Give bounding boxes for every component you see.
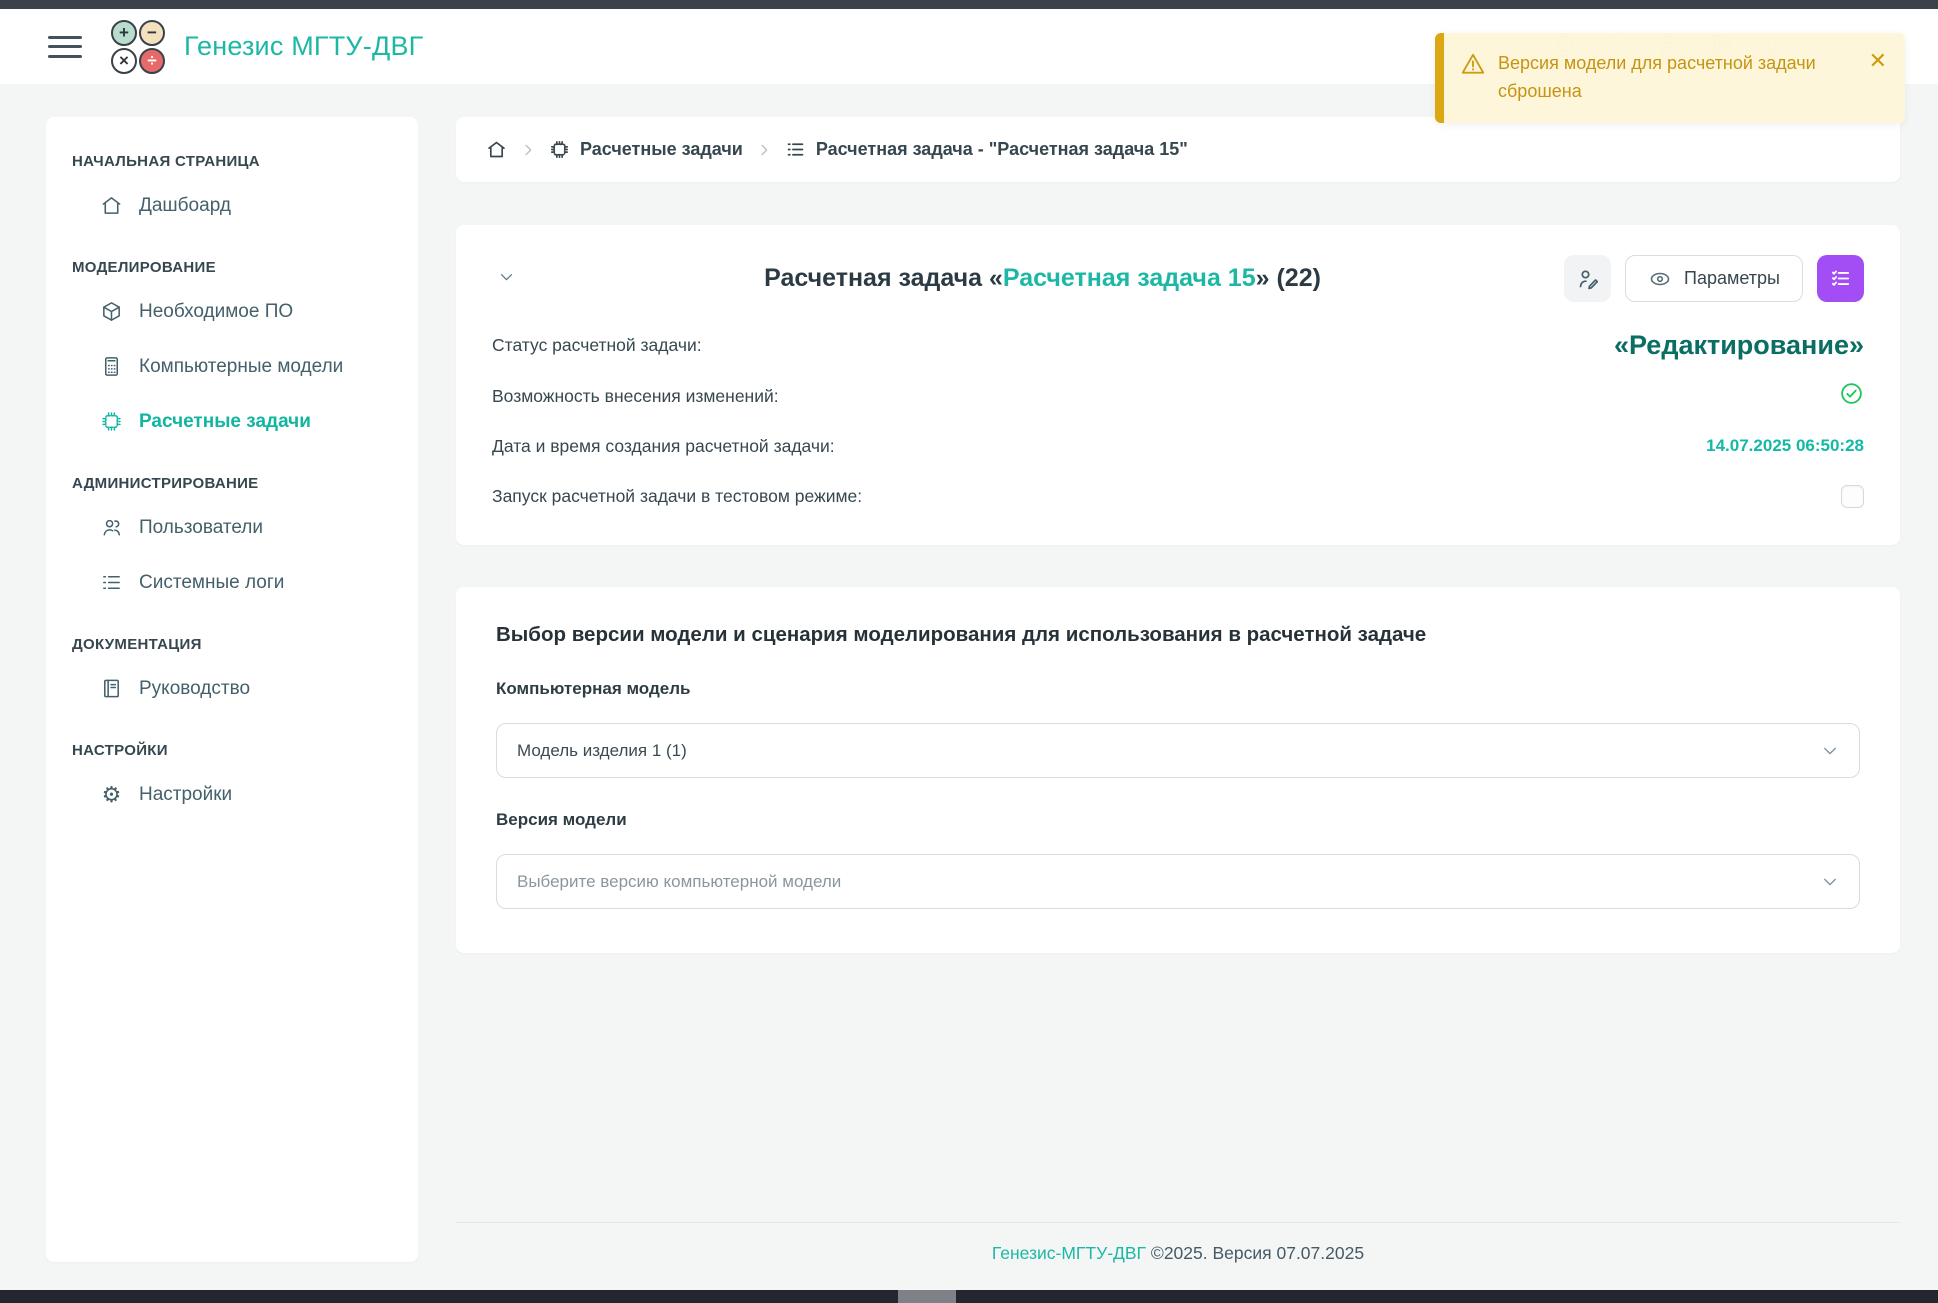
sidebar-item-calculation-tasks[interactable]: Расчетные задачи <box>64 394 400 449</box>
status-label: Дата и время создания расчетной задачи: <box>492 435 835 456</box>
model-selection-heading: Выбор версии модели и сценария моделиров… <box>496 623 1427 646</box>
sidebar-section-modeling: МОДЕЛИРОВАНИЕ <box>72 259 216 276</box>
created-datetime-value: 14.07.2025 06:50:28 <box>1706 436 1864 455</box>
task-title-prefix: Расчетная задача « <box>764 264 1003 292</box>
sidebar-item-label: Настройки <box>139 783 233 805</box>
sidebar-item-label: Расчетные задачи <box>139 410 311 432</box>
status-label: Запуск расчетной задачи в тестовом режим… <box>492 485 863 506</box>
list-icon <box>103 575 120 590</box>
user-edit-icon <box>1579 269 1598 289</box>
computer-model-select[interactable]: Модель изделия 1 (1) <box>496 723 1860 778</box>
users-icon <box>103 519 121 536</box>
collapse-chevron-icon[interactable] <box>492 263 521 295</box>
check-circle-icon <box>1839 381 1864 411</box>
chip-icon <box>102 412 121 431</box>
logo-multiply-icon: × <box>111 47 137 74</box>
sidebar: НАЧАЛЬНАЯ СТРАНИЦА Дашбоард МОДЕЛИРОВАНИ… <box>46 117 418 1262</box>
task-summary-card: Расчетная задача «Расчетная задача 15» (… <box>456 225 1900 545</box>
sidebar-item-manual[interactable]: Руководство <box>64 661 400 716</box>
computer-model-value: Модель изделия 1 (1) <box>517 740 687 760</box>
page-footer: Генезис-МГТУ-ДВГ ©2025. Версия 07.07.202… <box>456 1222 1900 1290</box>
warning-icon <box>1461 53 1485 74</box>
status-row-created: Дата и время создания расчетной задачи: … <box>492 431 1864 461</box>
book-icon <box>104 679 119 698</box>
sidebar-section-documentation: ДОКУМЕНТАЦИЯ <box>72 636 202 653</box>
model-version-select[interactable]: Выберите версию компьютерной модели <box>496 854 1860 909</box>
logo-divide-icon: ÷ <box>139 47 165 74</box>
sidebar-item-dashboard[interactable]: Дашбоард <box>64 178 400 233</box>
list-icon <box>787 143 804 156</box>
sidebar-section-settings: НАСТРОЙКИ <box>72 742 168 759</box>
model-selection-card: Выбор версии модели и сценария моделиров… <box>456 587 1900 953</box>
breadcrumb-calculation-tasks[interactable]: Расчетные задачи <box>549 139 743 160</box>
sidebar-item-computer-models[interactable]: Компьютерные модели <box>64 339 400 394</box>
task-actions: Параметры <box>1564 255 1864 302</box>
parameters-button-label: Параметры <box>1684 268 1780 288</box>
toast-message: Версия модели для расчетной задачи сброш… <box>1498 53 1816 101</box>
sidebar-item-users[interactable]: Пользователи <box>64 500 400 555</box>
task-title-row: Расчетная задача «Расчетная задача 15» (… <box>492 255 1864 302</box>
chevron-right-icon <box>525 144 532 155</box>
footer-version-text: ©2025. Версия 07.07.2025 <box>1150 1243 1365 1263</box>
sidebar-item-settings[interactable]: ⚙ Настройки <box>64 767 400 822</box>
calculator-icon <box>104 357 119 376</box>
sidebar-item-label: Системные логи <box>139 571 285 593</box>
task-title-link[interactable]: Расчетная задача 15 <box>1003 264 1256 292</box>
checklist-icon <box>1831 270 1850 286</box>
sidebar-item-label: Компьютерные модели <box>139 355 344 377</box>
status-value: «Редактирование» <box>1613 330 1864 360</box>
test-mode-checkbox[interactable] <box>1841 484 1864 508</box>
model-version-placeholder: Выберите версию компьютерной модели <box>517 871 842 891</box>
breadcrumb: Расчетные задачи Расчетная задача - "Рас… <box>456 117 1900 182</box>
eye-icon <box>1650 272 1670 285</box>
edit-user-button[interactable] <box>1564 255 1612 302</box>
breadcrumb-label: Расчетная задача - "Расчетная задача 15" <box>815 139 1188 159</box>
checklist-button[interactable] <box>1817 255 1864 302</box>
status-row-test-mode: Запуск расчетной задачи в тестовом режим… <box>492 481 1864 511</box>
logo-minus-icon: − <box>139 19 165 46</box>
status-label: Статус расчетной задачи: <box>492 335 702 355</box>
computer-model-label: Компьютерная модель <box>496 679 691 698</box>
sidebar-section-administration: АДМИНИСТРИРОВАНИЕ <box>72 475 259 492</box>
status-row-editable: Возможность внесения изменений: <box>492 381 1864 411</box>
logo-plus-icon: + <box>111 19 137 46</box>
chevron-down-icon <box>1824 878 1836 885</box>
horizontal-scrollbar[interactable] <box>0 1290 1938 1303</box>
model-version-label: Версия модели <box>496 810 627 829</box>
home-icon <box>488 141 505 158</box>
parameters-button[interactable]: Параметры <box>1625 255 1803 302</box>
toast-close-icon[interactable]: ✕ <box>1869 50 1887 72</box>
sidebar-item-label: Руководство <box>139 677 251 699</box>
page-layout: НАЧАЛЬНАЯ СТРАНИЦА Дашбоард МОДЕЛИРОВАНИ… <box>0 84 1938 1290</box>
scrollbar-thumb[interactable] <box>898 1290 956 1303</box>
breadcrumb-current-task[interactable]: Расчетная задача - "Расчетная задача 15" <box>785 139 1188 160</box>
task-title-suffix: » (22) <box>1255 264 1321 292</box>
sidebar-item-label: Пользователи <box>139 516 264 538</box>
chip-icon <box>550 140 569 159</box>
sidebar-section-home: НАЧАЛЬНАЯ СТРАНИЦА <box>72 153 260 170</box>
package-icon <box>103 302 120 321</box>
main-content: Расчетные задачи Расчетная задача - "Рас… <box>456 84 1900 1290</box>
sidebar-item-label: Необходимое ПО <box>139 300 294 322</box>
warning-toast: Версия модели для расчетной задачи сброш… <box>1435 33 1905 123</box>
sidebar-item-required-software[interactable]: Необходимое ПО <box>64 284 400 339</box>
home-icon <box>102 197 121 214</box>
window-top-strip <box>0 0 1938 9</box>
footer-brand-link[interactable]: Генезис-МГТУ-ДВГ <box>992 1243 1146 1263</box>
sidebar-item-label: Дашбоард <box>139 194 231 216</box>
menu-toggle-button[interactable] <box>48 34 82 60</box>
breadcrumb-home[interactable] <box>486 139 507 160</box>
app-window: + − × ÷ Генезис МГТУ-ДВГ ? Администратор… <box>0 0 1938 1303</box>
chevron-down-icon <box>1824 747 1836 754</box>
breadcrumb-label: Расчетные задачи <box>580 139 743 159</box>
sidebar-item-system-logs[interactable]: Системные логи <box>64 555 400 610</box>
task-title: Расчетная задача «Расчетная задача 15» (… <box>521 264 1564 293</box>
gear-icon: ⚙ <box>101 782 122 807</box>
task-status-list: Статус расчетной задачи: «Редактирование… <box>492 330 1864 511</box>
status-label: Возможность внесения изменений: <box>492 385 779 406</box>
app-logo: + − × ÷ <box>110 19 168 75</box>
status-row-state: Статус расчетной задачи: «Редактирование… <box>492 330 1864 361</box>
chevron-right-icon <box>761 144 768 155</box>
app-title: Генезис МГТУ-ДВГ <box>184 31 424 61</box>
